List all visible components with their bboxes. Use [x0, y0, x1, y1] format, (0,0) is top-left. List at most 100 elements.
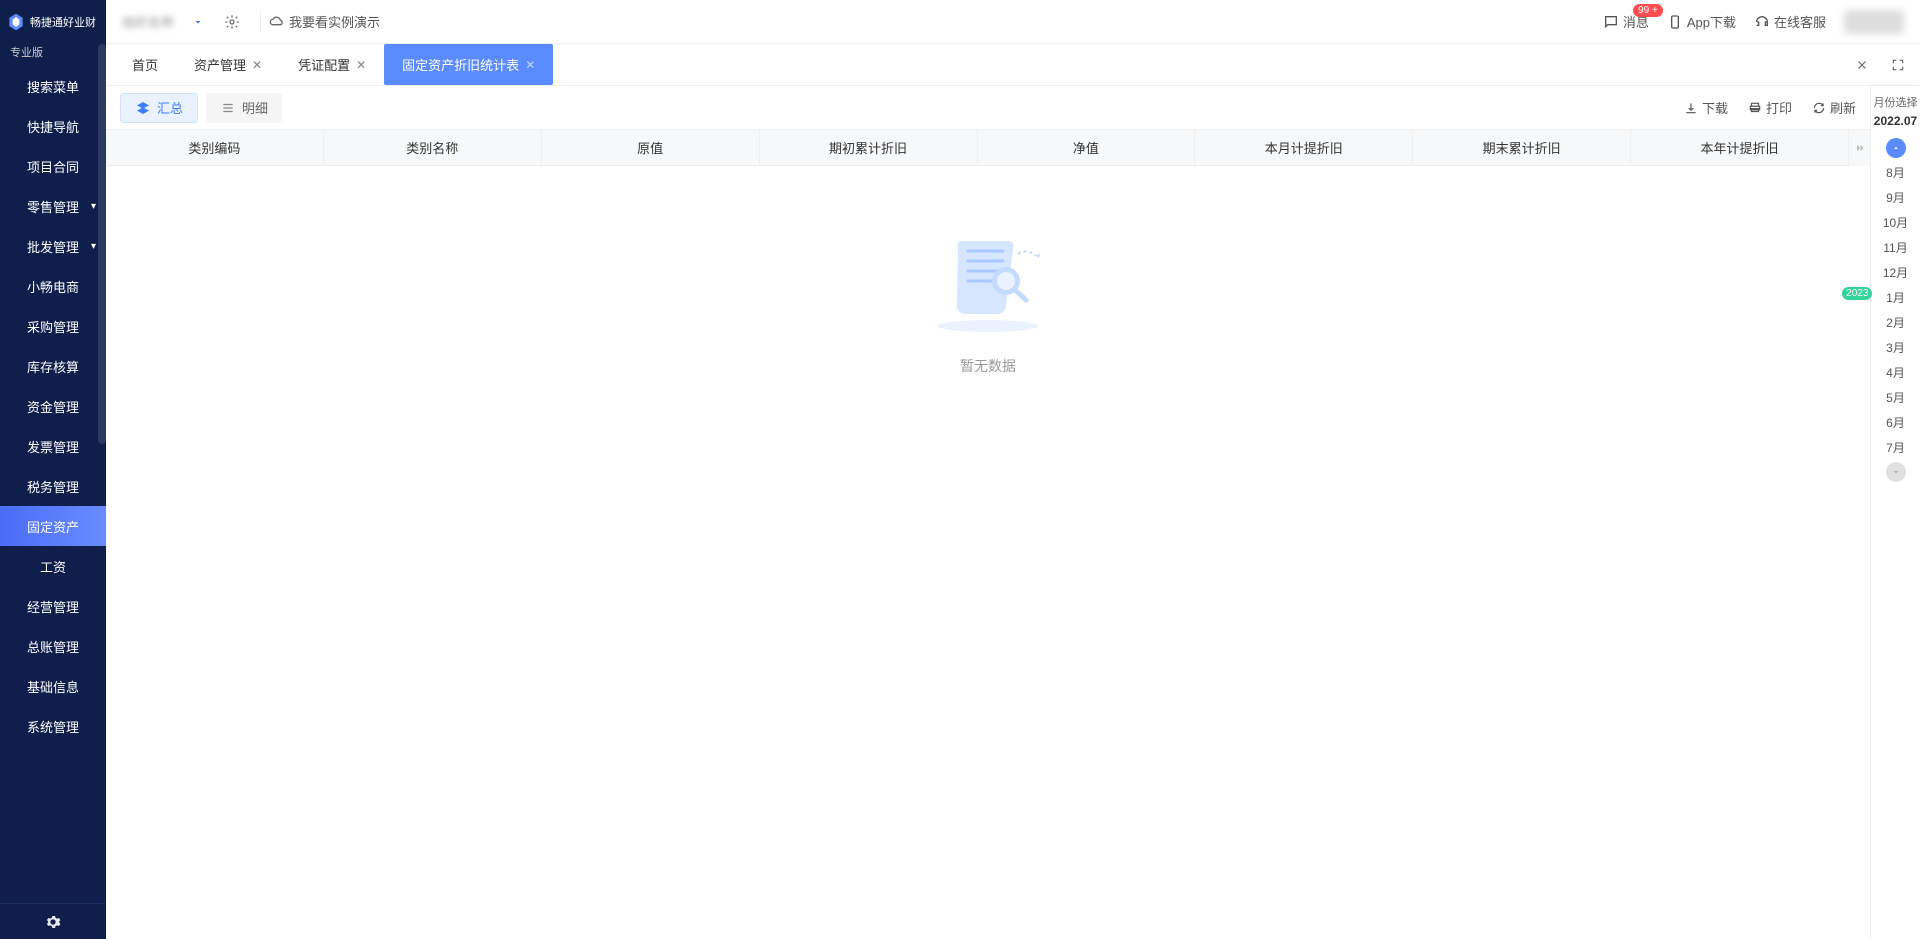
page-tab-label: 固定资产折旧统计表	[402, 55, 519, 74]
demo-link[interactable]: 我要看实例演示	[269, 12, 380, 31]
nav-item-5[interactable]: 小畅电商	[0, 266, 106, 306]
empty-text: 暂无数据	[960, 356, 1016, 376]
chevron-down-icon	[1891, 467, 1901, 477]
month-item-0[interactable]: 8月	[1886, 162, 1905, 183]
refresh-button[interactable]: 刷新	[1812, 98, 1856, 117]
column-header-5: 本月计提折旧	[1195, 130, 1413, 165]
month-scroll-down[interactable]	[1886, 462, 1906, 482]
nav-item-0[interactable]: 搜索菜单	[0, 66, 106, 106]
month-item-2[interactable]: 10月	[1883, 212, 1908, 233]
page-tab-1[interactable]: 资产管理✕	[176, 44, 280, 85]
nav-item-11[interactable]: 固定资产	[0, 506, 106, 546]
download-button[interactable]: 下载	[1684, 98, 1728, 117]
gear-icon	[45, 914, 61, 930]
message-icon	[1603, 14, 1619, 30]
empty-illustration-icon	[918, 226, 1058, 336]
month-item-3[interactable]: 11月	[1883, 237, 1907, 258]
cloud-icon	[269, 14, 285, 30]
month-item-10[interactable]: 6月	[1886, 412, 1905, 433]
nav: 搜索菜单快捷导航项目合同零售管理▾批发管理▾ 小畅电商采购管理库存核算资金管理发票…	[0, 66, 106, 903]
nav-item-8[interactable]: 资金管理	[0, 386, 106, 426]
brand-edition: 专业版	[0, 44, 106, 66]
nav-item-label: 固定资产	[27, 517, 79, 536]
close-icon[interactable]: ✕	[252, 58, 262, 72]
month-selector: 月份选择 2022.07 8月 9月 10月 11月 12月 1月2023 2月 3月 4月 5月…	[1870, 86, 1920, 939]
nav-item-6[interactable]: 采购管理	[0, 306, 106, 346]
page-tab-3[interactable]: 固定资产折旧统计表 ✕	[384, 44, 553, 85]
nav-item-label: 快捷导航	[27, 117, 79, 136]
sidebar: 畅捷通好业财 专业版 搜索菜单快捷导航项目合同零售管理▾批发管理▾ 小畅电商采购管…	[0, 0, 106, 939]
brand-name: 畅捷通好业财	[30, 14, 96, 30]
month-item-8[interactable]: 4月	[1886, 362, 1905, 383]
expand-columns-button[interactable]	[1848, 130, 1870, 166]
month-item-11[interactable]: 7月	[1886, 437, 1905, 458]
nav-item-16[interactable]: 系统管理	[0, 706, 106, 746]
month-selector-title: 月份选择	[1874, 90, 1918, 114]
month-item-1[interactable]: 9月	[1886, 187, 1905, 208]
page-tab-2[interactable]: 凭证配置 ✕	[280, 44, 384, 85]
month-item-7[interactable]: 3月	[1886, 337, 1905, 358]
topbar: 组织名称 我要看实例演示 消息 99 + App下载	[106, 0, 1920, 44]
column-header-6: 期末累计折旧	[1413, 130, 1631, 165]
chevron-down-icon	[192, 16, 204, 28]
nav-item-14[interactable]: 总账管理	[0, 626, 106, 666]
list-icon	[220, 100, 236, 116]
nav-item-12[interactable]: 工资	[0, 546, 106, 586]
close-icon	[1855, 58, 1869, 72]
month-item-9[interactable]: 5月	[1886, 387, 1905, 408]
view-tab-detail[interactable]: 明细	[206, 93, 282, 123]
column-header-4: 净值	[978, 130, 1196, 165]
nav-item-13[interactable]: 经营管理	[0, 586, 106, 626]
nav-item-label: 基础信息	[27, 677, 79, 696]
nav-item-10[interactable]: 税务管理	[0, 466, 106, 506]
nav-item-label: 资金管理	[27, 397, 79, 416]
column-header-1: 类别名称	[324, 130, 542, 165]
refresh-icon	[1812, 101, 1826, 115]
page-tab-0[interactable]: 首页	[114, 44, 176, 85]
headset-icon	[1754, 14, 1770, 30]
chevron-down-icon: ▾	[91, 201, 96, 212]
refresh-label: 刷新	[1830, 98, 1856, 117]
fullscreen-button[interactable]	[1884, 51, 1912, 79]
nav-item-7[interactable]: 库存核算	[0, 346, 106, 386]
print-button[interactable]: 打印	[1748, 98, 1792, 117]
fullscreen-icon	[1891, 58, 1905, 72]
nav-item-4[interactable]: 批发管理▾	[0, 226, 106, 266]
app-download-button[interactable]: App下载	[1667, 12, 1736, 31]
month-item-4[interactable]: 12月	[1883, 262, 1908, 283]
sidebar-settings[interactable]	[0, 903, 106, 939]
view-tab-summary[interactable]: 汇总	[120, 93, 198, 123]
sidebar-scrollbar[interactable]	[98, 44, 106, 444]
month-selector-current: 2022.07	[1874, 114, 1917, 134]
messages-button[interactable]: 消息 99 +	[1603, 12, 1649, 31]
close-icon[interactable]: ✕	[525, 58, 535, 72]
print-icon	[1748, 101, 1762, 115]
nav-item-label: 小畅电商	[27, 277, 79, 296]
month-scroll-up[interactable]	[1886, 138, 1906, 158]
org-dropdown[interactable]	[192, 16, 204, 28]
user-avatar[interactable]	[1844, 10, 1904, 34]
nav-item-9[interactable]: 发票管理	[0, 426, 106, 466]
nav-item-label: 总账管理	[27, 637, 79, 656]
close-icon[interactable]: ✕	[356, 58, 366, 72]
org-settings[interactable]	[224, 14, 240, 30]
page-tab-label: 首页	[132, 55, 158, 74]
nav-item-label: 搜索菜单	[27, 77, 79, 96]
nav-item-2[interactable]: 项目合同	[0, 146, 106, 186]
nav-item-label: 经营管理	[27, 597, 79, 616]
nav-item-1[interactable]: 快捷导航	[0, 106, 106, 146]
column-header-2: 原值	[542, 130, 760, 165]
nav-item-15[interactable]: 基础信息	[0, 666, 106, 706]
month-list: 8月 9月 10月 11月 12月 1月2023 2月 3月 4月 5月 6月 7月	[1883, 162, 1908, 458]
online-service-button[interactable]: 在线客服	[1754, 12, 1826, 31]
column-header-3: 期初累计折旧	[760, 130, 978, 165]
month-item-6[interactable]: 2月	[1886, 312, 1905, 333]
nav-item-label: 采购管理	[27, 317, 79, 336]
page-tab-label: 凭证配置	[298, 55, 350, 74]
close-all-tabs[interactable]	[1848, 51, 1876, 79]
main: 组织名称 我要看实例演示 消息 99 + App下载	[106, 0, 1920, 939]
layers-icon	[135, 100, 151, 116]
nav-item-label: 库存核算	[27, 357, 79, 376]
month-item-5[interactable]: 1月2023	[1886, 287, 1905, 308]
nav-item-3[interactable]: 零售管理▾	[0, 186, 106, 226]
